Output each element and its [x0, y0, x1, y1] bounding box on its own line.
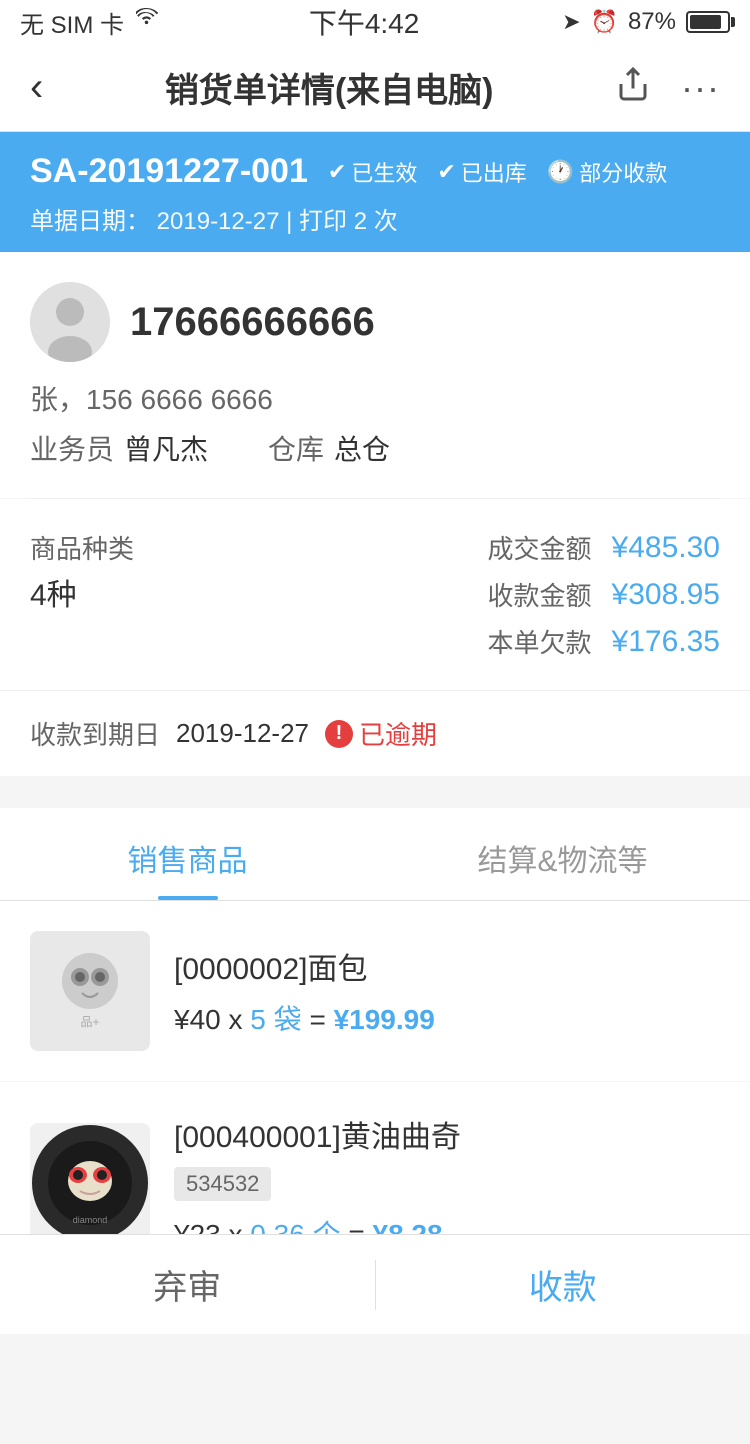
product-thumbnail-2: diamond: [30, 1123, 150, 1243]
due-date-value: 2019-12-27: [176, 718, 309, 749]
warehouse: 仓库 总仓: [268, 428, 390, 468]
stats-left: 商品种类 4种: [30, 529, 134, 614]
stats-section: 商品种类 4种 成交金额 ¥485.30 收款金额 ¥308.95 本单欠款 ¥…: [0, 499, 750, 690]
header-banner: SA-20191227-001 ✔ 已生效 ✔ 已出库 🕐 部分收款 单据日期：…: [0, 132, 750, 252]
order-date: 2019-12-27: [157, 208, 280, 235]
location-icon: ➤: [562, 9, 580, 35]
sales-label: 业务员: [30, 428, 114, 468]
price-unit-1: 袋: [274, 1004, 302, 1035]
customer-row: 17666666666: [30, 282, 720, 362]
check-icon-1: ✔: [328, 159, 346, 185]
product-name-1: [0000002]面包: [174, 944, 720, 988]
tab-settlement[interactable]: 结算&物流等: [375, 808, 750, 900]
due-label: 收款到期日: [30, 715, 160, 752]
customer-meta: 业务员 曾凡杰 仓库 总仓: [30, 428, 720, 468]
price-base-1: ¥40: [174, 1004, 221, 1035]
more-icon[interactable]: ···: [681, 67, 720, 109]
svg-text:diamond: diamond: [73, 1215, 108, 1225]
price-x-1: x: [229, 1004, 251, 1035]
type-value: 4种: [30, 570, 134, 614]
customer-id: 17666666666: [130, 300, 375, 345]
print-suffix: 次: [374, 208, 398, 235]
price-eq-1: =: [309, 1004, 333, 1035]
product-name-2: [000400001]黄油曲奇: [174, 1112, 720, 1156]
product-tag-2: 534532: [174, 1167, 271, 1201]
back-button[interactable]: ‹: [30, 65, 43, 110]
status-bar: 无 SIM 卡 下午4:42 ➤ ⏰ 87%: [0, 0, 750, 44]
battery-icon: [686, 11, 730, 33]
overdue-text: 已逾期: [359, 715, 437, 752]
check-icon-2: ✔: [437, 159, 455, 185]
amount-label: 成交金额: [488, 529, 592, 566]
badge-partial: 🕐 部分收款: [547, 156, 667, 188]
type-label: 商品种类: [30, 529, 134, 566]
nav-bar: ‹ 销货单详情(来自电脑) ···: [0, 44, 750, 132]
badge-shipped: ✔ 已出库: [437, 156, 526, 188]
bottom-padding: [0, 1344, 750, 1444]
print-count: 2: [354, 208, 367, 235]
tabs-section: 销售商品 结算&物流等: [0, 808, 750, 901]
header-date-row: 单据日期： 2019-12-27 | 打印 2 次: [30, 201, 720, 236]
cancel-button[interactable]: 弃审: [0, 1240, 375, 1329]
date-label: 单据日期：: [30, 208, 150, 235]
order-id-row: SA-20191227-001 ✔ 已生效 ✔ 已出库 🕐 部分收款: [30, 152, 720, 191]
overdue-badge: ! 已逾期: [325, 715, 437, 752]
debt-row: 本单欠款 ¥176.35: [488, 623, 720, 660]
clock-icon: 🕐: [547, 159, 574, 185]
list-item: 品+ [0000002]面包 ¥40 x 5 袋 = ¥199.99: [0, 901, 750, 1082]
confirm-button[interactable]: 收款: [376, 1240, 750, 1329]
sales-person: 业务员 曾凡杰: [30, 428, 208, 468]
sales-value: 曾凡杰: [124, 428, 208, 468]
page-title: 销货单详情(来自电脑): [43, 63, 615, 112]
amount-value: ¥485.30: [612, 531, 720, 565]
stats-right: 成交金额 ¥485.30 收款金额 ¥308.95 本单欠款 ¥176.35: [488, 529, 720, 660]
tabs-row: 销售商品 结算&物流等: [0, 808, 750, 900]
due-section: 收款到期日 2019-12-27 ! 已逾期: [0, 690, 750, 776]
nav-right-icons: ···: [615, 66, 720, 110]
share-icon[interactable]: [615, 66, 651, 110]
time-label: 下午4:42: [309, 2, 420, 42]
avatar: [30, 282, 110, 362]
received-row: 收款金额 ¥308.95: [488, 576, 720, 613]
overdue-icon: !: [325, 720, 353, 748]
product-price-1: ¥40 x 5 袋 = ¥199.99: [174, 998, 720, 1038]
battery-label: 87%: [628, 8, 676, 36]
warehouse-label: 仓库: [268, 428, 324, 468]
bottom-bar: 弃审 收款: [0, 1234, 750, 1334]
alarm-icon: ⏰: [591, 9, 618, 35]
received-label: 收款金额: [488, 576, 592, 613]
status-right: ➤ ⏰ 87%: [562, 8, 730, 36]
badge-activated: ✔ 已生效: [328, 156, 417, 188]
product-info-1: [0000002]面包 ¥40 x 5 袋 = ¥199.99: [174, 944, 720, 1038]
svg-text:品+: 品+: [80, 1015, 99, 1029]
price-total-1: ¥199.99: [334, 1004, 435, 1035]
amount-row: 成交金额 ¥485.30: [488, 529, 720, 566]
product-thumbnail-1: 品+: [30, 931, 150, 1051]
section-divider: [0, 776, 750, 792]
print-separator: | 打印: [286, 208, 354, 235]
warehouse-value: 总仓: [334, 428, 390, 468]
customer-section: 17666666666 张，156 6666 6666 业务员 曾凡杰 仓库 总…: [0, 252, 750, 498]
debt-label: 本单欠款: [488, 623, 592, 660]
status-left: 无 SIM 卡: [20, 5, 166, 40]
wifi-icon: [136, 8, 166, 37]
received-value: ¥308.95: [612, 578, 720, 612]
tab-sales-products[interactable]: 销售商品: [0, 808, 375, 900]
product-info-2: [000400001]黄油曲奇 534532 ¥23 x 0.36 个 = ¥8…: [174, 1112, 720, 1253]
price-qty-1: 5: [250, 1004, 266, 1035]
carrier-label: 无 SIM 卡: [20, 5, 124, 40]
debt-value: ¥176.35: [612, 625, 720, 659]
customer-name-phone: 张，156 6666 6666: [30, 378, 720, 418]
order-id: SA-20191227-001: [30, 152, 308, 191]
